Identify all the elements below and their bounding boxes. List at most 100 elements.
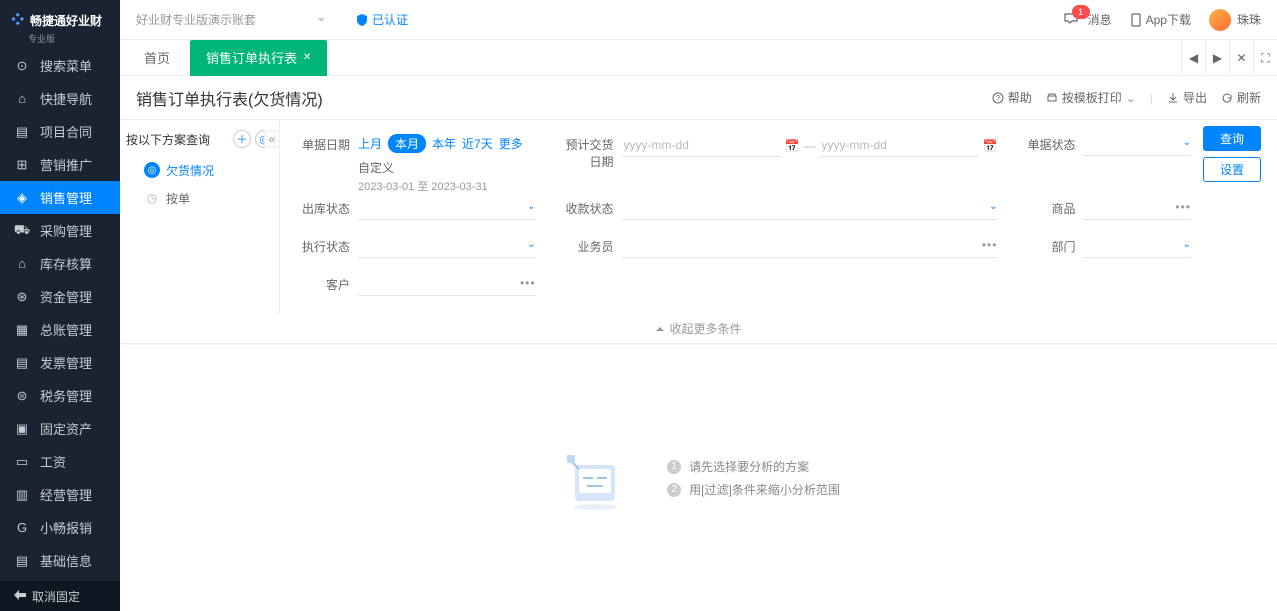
salesperson-select[interactable]: ••• [622,232,998,258]
expected-to-input[interactable] [820,134,979,157]
receipt-select[interactable]: ⌄ [622,194,998,220]
sidebar-item-tax[interactable]: ⊜税务管理 [0,379,120,412]
exec-select[interactable]: ⌄ [358,232,536,258]
expected-from-input[interactable] [622,134,781,157]
scheme-item-shortage[interactable]: ◎ 欠货情况 [126,156,273,184]
field-label: 收款状态 [560,194,622,217]
shortcut-custom[interactable]: 自定义 [358,159,394,176]
gift-icon: ⊞ [14,157,30,173]
query-button[interactable]: 查询 [1203,126,1261,151]
tab-next-button[interactable]: ▶ [1205,40,1229,76]
shortcut-last-month[interactable]: 上月 [358,135,382,152]
sidebar-unpin[interactable]: 取消固定 [0,581,120,611]
sidebar-item-contract[interactable]: ▤ 项目合同 [0,115,120,148]
tab-sales-order-exec[interactable]: 销售订单执行表 ✕ [190,40,327,76]
shortcut-this-year[interactable]: 本年 [432,135,456,152]
app-label: App下载 [1146,11,1191,28]
chevron-down-icon: ⌄ [1183,137,1191,148]
clipboard-icon: ▤ [14,124,30,140]
clock-icon: ◷ [144,190,160,206]
user-menu[interactable]: 珠珠 [1209,9,1261,31]
more-icon: ••• [982,238,998,252]
sidebar-item-manage[interactable]: ▥经营管理 [0,478,120,511]
field-label: 部门 [1021,232,1083,255]
content-header: 销售订单执行表(欠货情况) ?帮助 按模板打印⌄ | 导出 刷新 [120,76,1277,120]
scheme-title-row: 按以下方案查询 ＋ ◎ [126,130,273,148]
message-button[interactable]: 消息 [1064,11,1112,28]
export-button[interactable]: 导出 [1167,89,1207,106]
sidebar-item-inventory[interactable]: ⌂库存核算 [0,247,120,280]
collapse-filters-button[interactable]: 收起更多条件 [120,314,1277,344]
add-scheme-button[interactable]: ＋ [233,130,251,148]
field-label: 执行状态 [296,232,358,255]
separator: | [1150,91,1153,105]
sidebar-item-marketing[interactable]: ⊞ 营销推广 [0,148,120,181]
ledger-icon: ▦ [14,322,30,338]
field-label: 业务员 [560,232,622,255]
sidebar-item-ledger[interactable]: ▦ 总账管理 [0,313,120,346]
page-title: 销售订单执行表(欠货情况) [136,86,323,110]
settings-button[interactable]: 设置 [1203,157,1261,182]
field-receipt-status: 收款状态 ⌄ [560,194,998,232]
shortcut-7days[interactable]: 近7天 [462,135,493,152]
account-select[interactable]: 好业财专业版演示账套 [136,11,326,28]
tab-home[interactable]: 首页 [128,40,186,76]
refresh-label: 刷新 [1237,89,1261,106]
sidebar: 畅捷通好业财 专业版 ⊙搜索菜单 ⌂快捷导航 ▤项目合同 ⊞营销推广 ◈销售管理… [0,0,120,611]
field-department: 部门 ⌄ [1021,232,1261,270]
sidebar-item-quicknav[interactable]: ⌂快捷导航 [0,82,120,115]
invoice-icon: ▤ [14,355,30,371]
sidebar-item-search[interactable]: ⊙ 搜索菜单 [0,49,120,82]
filter-buttons: 查询 设置 [1203,126,1261,182]
sidebar-item-label: 固定资产 [40,419,92,438]
more-icon: ••• [1175,200,1191,214]
close-icon[interactable]: ✕ [303,52,311,63]
search-icon: ⊙ [14,58,30,74]
sidebar-item-label: 总账管理 [40,320,92,339]
empty-step-1: 1请先选择要分析的方案 [667,458,840,475]
refresh-button[interactable]: 刷新 [1221,89,1261,106]
sidebar-item-invoice[interactable]: ▤发票管理 [0,346,120,379]
sidebar-item-salary[interactable]: ▭工资 [0,445,120,478]
sidebar-item-label: 项目合同 [40,122,92,141]
fullscreen-button[interactable]: ⛶ [1253,40,1277,76]
doc-status-select[interactable]: ⌄ [1083,130,1191,156]
app-download-button[interactable]: App下载 [1130,11,1191,28]
sidebar-item-asset[interactable]: ▣固定资产 [0,412,120,445]
main-area: 好业财专业版演示账套 已认证 消息 App下载 珠珠 [120,0,1277,611]
customer-select[interactable]: ••• [358,270,536,296]
verified-label: 已认证 [372,11,408,28]
outbound-select[interactable]: ⌄ [358,194,536,220]
sidebar-item-sales[interactable]: ◈销售管理 [0,181,120,214]
sidebar-item-reimburse[interactable]: G小畅报销 [0,511,120,544]
product-select[interactable]: ••• [1083,194,1191,220]
filter-area: 按以下方案查询 ＋ ◎ « ◎ 欠货情况 ◷ 按单 [120,120,1277,314]
calendar-icon[interactable]: 📅 [785,139,800,153]
calendar-icon[interactable]: 📅 [983,139,998,153]
more-icon: ••• [520,276,536,290]
shortcut-more[interactable]: 更多 [499,135,523,152]
chevron-down-icon: ⌄ [1183,239,1191,250]
sidebar-item-purchase[interactable]: ⛟采购管理 [0,214,120,247]
field-salesperson: 业务员 ••• [560,232,998,270]
help-button[interactable]: ?帮助 [992,89,1032,106]
scheme-collapse-button[interactable]: « [264,130,280,148]
print-button[interactable]: 按模板打印⌄ [1046,89,1136,106]
tab-close-all-button[interactable]: ✕ [1229,40,1253,76]
sidebar-footer-label: 取消固定 [32,588,80,605]
unpin-icon [14,590,26,602]
sidebar-item-label: 搜索菜单 [40,56,92,75]
shortcut-this-month[interactable]: 本月 [388,134,426,153]
sidebar-item-info[interactable]: ▤基础信息 [0,544,120,577]
range-separator: — [804,139,816,153]
sidebar-item-label: 营销推广 [40,155,92,174]
department-select[interactable]: ⌄ [1083,232,1191,258]
sidebar-item-fund[interactable]: ⊛资金管理 [0,280,120,313]
sidebar-item-label: 快捷导航 [40,89,92,108]
print-label: 按模板打印 [1062,89,1122,106]
field-customer: 客户 ••• [296,270,536,308]
topbar: 好业财专业版演示账套 已认证 消息 App下载 珠珠 [120,0,1277,40]
scheme-item-byorder[interactable]: ◷ 按单 [126,184,273,212]
field-expected-date: 预计交货日期 📅 — 📅 [560,130,998,194]
tab-prev-button[interactable]: ◀ [1181,40,1205,76]
